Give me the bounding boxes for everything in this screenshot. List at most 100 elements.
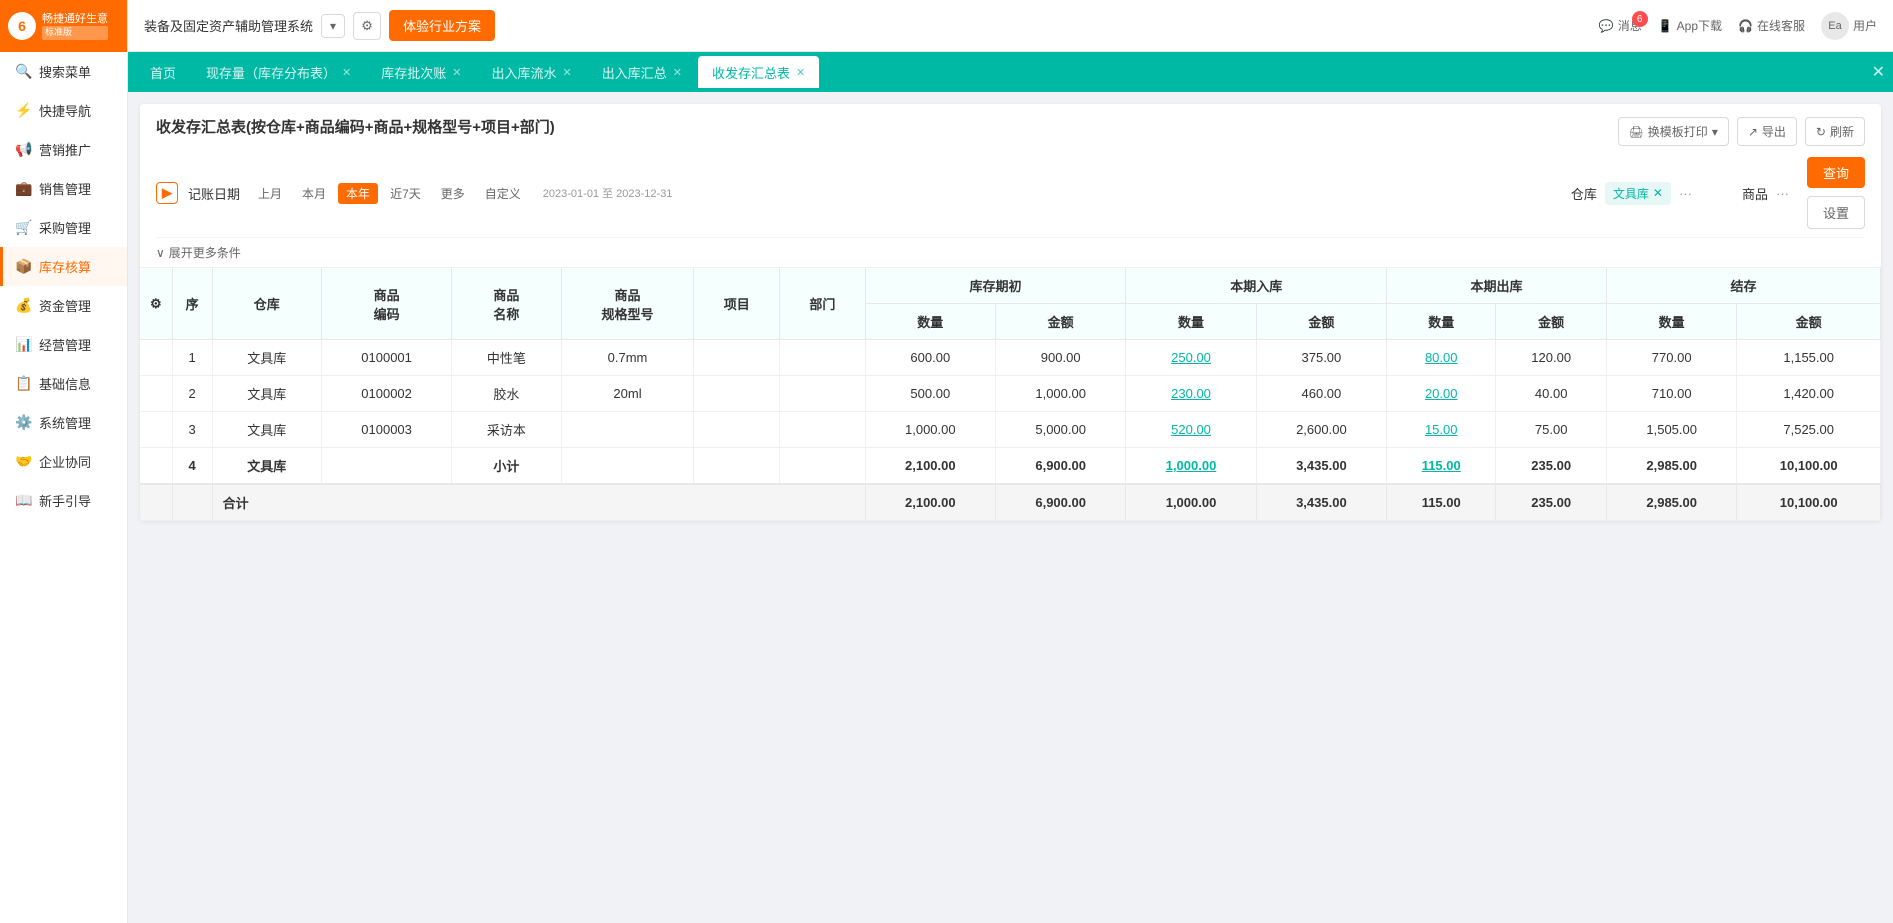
trial-button[interactable]: 体验行业方案 xyxy=(389,10,495,41)
shortcut-this-month[interactable]: 本月 xyxy=(294,183,334,204)
sidebar-nav: 🔍 搜索菜单 ⚡ 快捷导航 📢 营销推广 💼 销售管理 🛒 采购管理 📦 库存核… xyxy=(0,52,127,923)
sidebar-item-quick-nav[interactable]: ⚡ 快捷导航 xyxy=(0,91,127,130)
shortcut-last-month[interactable]: 上月 xyxy=(250,183,290,204)
col-out-header: 本期出库 xyxy=(1387,268,1607,304)
linked-value[interactable]: 115.00 xyxy=(1387,448,1496,485)
megaphone-icon: 📢 xyxy=(15,141,33,159)
online-service-button[interactable]: 🎧 在线客服 xyxy=(1738,17,1805,34)
user-menu[interactable]: Ea 用户 xyxy=(1821,12,1877,40)
col-settings-header[interactable]: ⚙ xyxy=(140,268,172,340)
sidebar-item-guide[interactable]: 📖 新手引导 xyxy=(0,481,127,520)
sidebar-item-label: 企业协同 xyxy=(39,452,91,471)
system-name: 装备及固定资产辅助管理系统 xyxy=(144,16,313,35)
message-button[interactable]: 💬 消息 6 xyxy=(1599,17,1642,34)
tab-batch[interactable]: 库存批次账 ✕ xyxy=(367,56,475,88)
export-button[interactable]: ↗ 导出 xyxy=(1737,117,1797,146)
tab-summary[interactable]: 出入库汇总 ✕ xyxy=(588,56,696,88)
tab-home[interactable]: 首页 xyxy=(136,56,190,88)
chevron-down-icon: ▾ xyxy=(1712,125,1718,139)
sidebar-item-inventory[interactable]: 📦 库存核算 xyxy=(0,247,127,286)
sidebar-item-label: 新手引导 xyxy=(39,491,91,510)
warehouse-more-dots[interactable]: ··· xyxy=(1679,186,1692,201)
tab-close-icon[interactable]: ✕ xyxy=(452,66,461,79)
cell-value xyxy=(561,448,694,485)
cell-value xyxy=(780,340,866,376)
sidebar-item-label: 经营管理 xyxy=(39,335,91,354)
topbar-left: 装备及固定资产辅助管理系统 ▾ ⚙ 体验行业方案 xyxy=(144,10,495,41)
sub-open-amt-header: 金额 xyxy=(995,304,1125,340)
tab-flow[interactable]: 出入库流水 ✕ xyxy=(477,56,585,88)
shortcut-custom[interactable]: 自定义 xyxy=(477,183,529,204)
cell-value: 0100003 xyxy=(321,412,451,448)
linked-value[interactable]: 1,000.00 xyxy=(1126,448,1256,485)
footer-settings xyxy=(140,484,172,521)
system-dropdown[interactable]: ▾ xyxy=(321,14,345,38)
sidebar-item-operation[interactable]: 📊 经营管理 xyxy=(0,325,127,364)
linked-value[interactable]: 230.00 xyxy=(1126,376,1256,412)
tab-close-icon[interactable]: ✕ xyxy=(673,66,682,79)
filter-expand-button[interactable]: ▶ xyxy=(156,182,178,204)
cell-value: 文具库 xyxy=(212,340,321,376)
cell-value: 中性笔 xyxy=(452,340,561,376)
sidebar-item-basic[interactable]: 📋 基础信息 xyxy=(0,364,127,403)
app-download-button[interactable]: 📱 App下载 xyxy=(1658,17,1722,34)
sidebar-item-collab[interactable]: 🤝 企业协同 xyxy=(0,442,127,481)
tab-label: 库存批次账 xyxy=(381,63,446,82)
config-button[interactable]: ⚙ xyxy=(353,12,381,40)
linked-value[interactable]: 80.00 xyxy=(1387,340,1496,376)
message-icon: 💬 xyxy=(1599,19,1614,33)
cell-value: 120.00 xyxy=(1496,340,1607,376)
cell-value xyxy=(694,412,780,448)
linked-value[interactable]: 520.00 xyxy=(1126,412,1256,448)
sidebar-item-label: 搜索菜单 xyxy=(39,62,91,81)
logo-icon: 6 xyxy=(8,12,36,40)
sub-open-qty-header: 数量 xyxy=(865,304,995,340)
linked-value[interactable]: 250.00 xyxy=(1126,340,1256,376)
query-button[interactable]: 查询 xyxy=(1807,157,1865,188)
linked-value[interactable]: 15.00 xyxy=(1387,412,1496,448)
cell-value: 1,000.00 xyxy=(995,376,1125,412)
warehouse-filter-label: 仓库 xyxy=(1571,184,1597,203)
sidebar-item-sales[interactable]: 💼 销售管理 xyxy=(0,169,127,208)
export-icon: ↗ xyxy=(1748,125,1758,139)
shortcut-more[interactable]: 更多 xyxy=(433,183,473,204)
expand-more-conditions[interactable]: ∨ 展开更多条件 xyxy=(156,244,1865,261)
sidebar-item-marketing[interactable]: 📢 营销推广 xyxy=(0,130,127,169)
cell-value xyxy=(321,448,451,485)
tab-inventory-dist[interactable]: 现存量（库存分布表） ✕ xyxy=(192,56,365,88)
col-dept-header: 部门 xyxy=(780,268,866,340)
cell-value: 小计 xyxy=(452,448,561,485)
search-icon: 🔍 xyxy=(15,63,33,81)
template-print-button[interactable]: 🖨 换模板打印 ▾ xyxy=(1618,117,1729,146)
footer-bal-qty: 2,985.00 xyxy=(1607,484,1737,521)
sidebar-item-purchase[interactable]: 🛒 采购管理 xyxy=(0,208,127,247)
phone-icon: 📱 xyxy=(1658,19,1673,33)
table-row: 1文具库0100001中性笔0.7mm600.00900.00250.00375… xyxy=(140,340,1881,376)
filter-settings-button[interactable]: 设置 xyxy=(1807,196,1865,229)
cell-value: 5,000.00 xyxy=(995,412,1125,448)
sidebar-item-search[interactable]: 🔍 搜索菜单 xyxy=(0,52,127,91)
sidebar-item-finance[interactable]: 💰 资金管理 xyxy=(0,286,127,325)
sidebar-item-label: 系统管理 xyxy=(39,413,91,432)
col-no-header: 序 xyxy=(172,268,212,340)
shortcut-this-year[interactable]: 本年 xyxy=(338,183,378,204)
sidebar-item-system[interactable]: ⚙️ 系统管理 xyxy=(0,403,127,442)
shortcut-7days[interactable]: 近7天 xyxy=(382,183,429,204)
sidebar-item-label: 资金管理 xyxy=(39,296,91,315)
tab-receive-summary[interactable]: 收发存汇总表 ✕ xyxy=(698,56,819,88)
tab-close-icon[interactable]: ✕ xyxy=(796,66,805,79)
tabbar: 首页 现存量（库存分布表） ✕ 库存批次账 ✕ 出入库流水 ✕ 出入库汇总 ✕ … xyxy=(128,52,1893,92)
goods-more-dots[interactable]: ··· xyxy=(1776,186,1789,201)
tab-label: 出入库汇总 xyxy=(602,63,667,82)
cell-value: 3,435.00 xyxy=(1256,448,1386,485)
tab-close-icon[interactable]: ✕ xyxy=(342,66,351,79)
cell-value xyxy=(561,412,694,448)
refresh-button[interactable]: ↻ 刷新 xyxy=(1805,117,1865,146)
tabbar-close-all[interactable]: ✕ xyxy=(1872,62,1885,82)
sidebar-item-label: 营销推广 xyxy=(39,140,91,159)
warehouse-tag-remove[interactable]: ✕ xyxy=(1653,186,1663,200)
content-area: 收发存汇总表(按仓库+商品编码+商品+规格型号+项目+部门) 🖨 换模板打印 ▾… xyxy=(128,92,1893,923)
tab-close-icon[interactable]: ✕ xyxy=(563,66,572,79)
linked-value[interactable]: 20.00 xyxy=(1387,376,1496,412)
footer-out-qty: 115.00 xyxy=(1387,484,1496,521)
